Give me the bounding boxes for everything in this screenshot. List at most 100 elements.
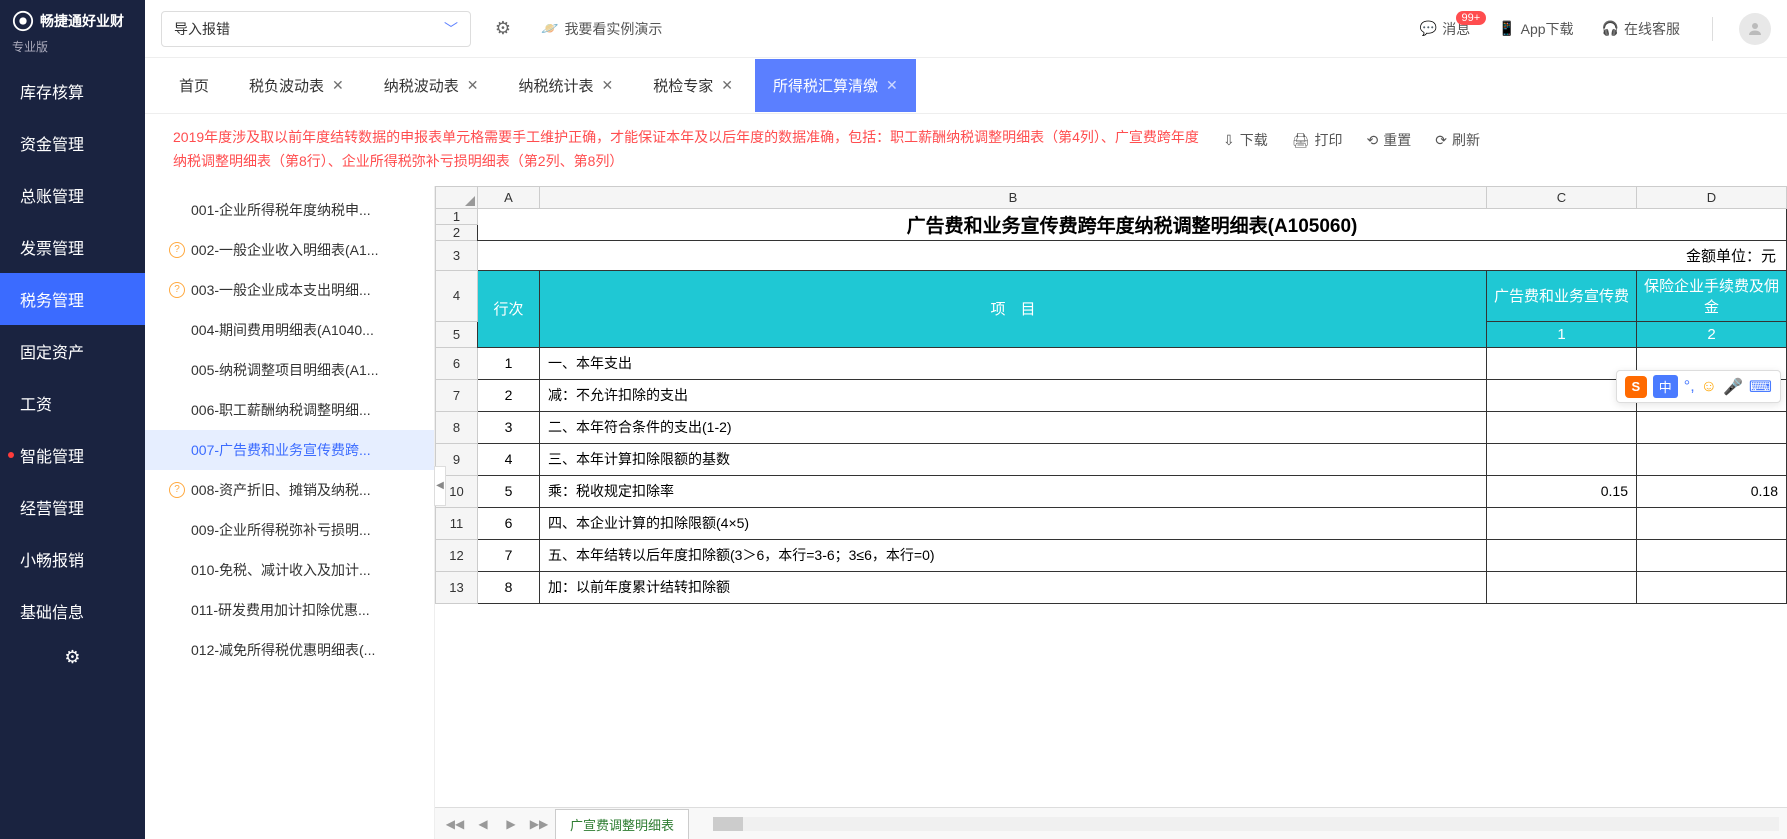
sidebar-item-salary[interactable]: 工资 <box>0 377 145 429</box>
sidebar-item-tax[interactable]: 税务管理 <box>0 273 145 325</box>
form-item-012[interactable]: 012-减免所得税优惠明细表(... <box>145 630 434 670</box>
cell[interactable] <box>1487 571 1637 603</box>
cell[interactable]: 8 <box>478 571 540 603</box>
row-header[interactable]: 2 <box>436 224 478 240</box>
close-icon[interactable]: ✕ <box>467 77 479 94</box>
demo-link[interactable]: 🪐 我要看实例演示 <box>541 19 662 39</box>
form-item-008[interactable]: 008-资产折旧、摊销及纳税... <box>145 470 434 510</box>
close-icon[interactable]: ✕ <box>332 77 344 94</box>
tab-home[interactable]: 首页 <box>161 59 227 112</box>
row-header[interactable]: 4 <box>436 270 478 321</box>
download-button[interactable]: ⇩下载 <box>1223 130 1268 150</box>
cell[interactable]: 二、本年符合条件的支出(1-2) <box>540 411 1487 443</box>
form-item-003[interactable]: 003-一般企业成本支出明细... <box>145 270 434 310</box>
cell[interactable] <box>1487 507 1637 539</box>
service-button[interactable]: 🎧 在线客服 <box>1596 19 1686 39</box>
close-icon[interactable]: ✕ <box>721 77 733 94</box>
cell[interactable] <box>1487 379 1637 411</box>
sheet-nav-last[interactable]: ▶▶ <box>527 817 551 831</box>
row-header[interactable]: 5 <box>436 321 478 347</box>
form-item-002[interactable]: 002-一般企业收入明细表(A1... <box>145 230 434 270</box>
cell[interactable] <box>1487 411 1637 443</box>
cell[interactable]: 1 <box>478 347 540 379</box>
cell[interactable]: 加：以前年度累计结转扣除额 <box>540 571 1487 603</box>
sheet-tab[interactable]: 广宣费调整明细表 <box>555 809 689 839</box>
sheet-grid[interactable]: A B C D 1广告费和业务宣传费跨年度纳税调整明细表(A105060) 2 … <box>435 186 1787 807</box>
avatar[interactable] <box>1739 13 1771 45</box>
collapse-handle[interactable]: ◀ <box>434 466 446 506</box>
col-header-d[interactable]: D <box>1637 186 1787 208</box>
ime-punct-icon[interactable]: °, <box>1684 378 1695 396</box>
cell[interactable]: 4 <box>478 443 540 475</box>
cell[interactable] <box>1637 571 1787 603</box>
ime-emoji-icon[interactable]: ☺ <box>1701 378 1717 396</box>
form-item-004[interactable]: 004-期间费用明细表(A1040... <box>145 310 434 350</box>
cell[interactable]: 2 <box>478 379 540 411</box>
sidebar-item-reimburse[interactable]: 小畅报销 <box>0 533 145 585</box>
settings-icon[interactable]: ⚙ <box>0 637 145 678</box>
sidebar-item-ledger[interactable]: 总账管理 <box>0 169 145 221</box>
cell[interactable]: 6 <box>478 507 540 539</box>
cell[interactable] <box>1487 347 1637 379</box>
form-item-001[interactable]: 001-企业所得税年度纳税申... <box>145 190 434 230</box>
sheet-nav-first[interactable]: ◀◀ <box>443 817 467 831</box>
row-header[interactable]: 8 <box>436 411 478 443</box>
cell[interactable]: 5 <box>478 475 540 507</box>
cell[interactable] <box>1637 507 1787 539</box>
col-header-c[interactable]: C <box>1487 186 1637 208</box>
cell[interactable] <box>1637 411 1787 443</box>
sidebar-item-funds[interactable]: 资金管理 <box>0 117 145 169</box>
refresh-button[interactable]: ⟳刷新 <box>1435 130 1480 150</box>
row-header[interactable]: 3 <box>436 240 478 270</box>
print-button[interactable]: 🖨打印 <box>1292 130 1343 150</box>
row-header[interactable]: 1 <box>436 208 478 224</box>
sidebar-item-base[interactable]: 基础信息 <box>0 585 145 637</box>
cell[interactable]: 五、本年结转以后年度扣除额(3＞6，本行=3-6；3≤6，本行=0) <box>540 539 1487 571</box>
form-item-007[interactable]: 007-广告费和业务宣传费跨... <box>145 430 434 470</box>
app-download-button[interactable]: 📱 App下载 <box>1492 19 1579 39</box>
messages-button[interactable]: 💬 消息 99+ <box>1414 19 1476 39</box>
row-header[interactable]: 6 <box>436 347 478 379</box>
cell[interactable]: 三、本年计算扣除限额的基数 <box>540 443 1487 475</box>
cell[interactable] <box>1487 539 1637 571</box>
sidebar-item-assets[interactable]: 固定资产 <box>0 325 145 377</box>
cell[interactable]: 0.18 <box>1637 475 1787 507</box>
tab-tax-stats[interactable]: 纳税统计表✕ <box>501 59 632 112</box>
cell[interactable]: 减：不允许扣除的支出 <box>540 379 1487 411</box>
row-header[interactable]: 7 <box>436 379 478 411</box>
tab-tax-expert[interactable]: 税检专家✕ <box>635 59 751 112</box>
col-header-a[interactable]: A <box>478 186 540 208</box>
tab-tax-fluctuation[interactable]: 纳税波动表✕ <box>366 59 497 112</box>
sheet-nav-prev[interactable]: ◀ <box>471 817 495 831</box>
ime-toolbar[interactable]: S 中 °, ☺ 🎤 ⌨ <box>1616 370 1781 403</box>
form-item-011[interactable]: 011-研发费用加计扣除优惠... <box>145 590 434 630</box>
tab-tax-burden[interactable]: 税负波动表✕ <box>231 59 362 112</box>
form-item-010[interactable]: 010-免税、减计收入及加计... <box>145 550 434 590</box>
row-header[interactable]: 13 <box>436 571 478 603</box>
cell[interactable]: 3 <box>478 411 540 443</box>
sidebar-item-inventory[interactable]: 库存核算 <box>0 65 145 117</box>
cell[interactable] <box>1637 443 1787 475</box>
ime-keyboard-icon[interactable]: ⌨ <box>1749 377 1772 397</box>
form-item-005[interactable]: 005-纳税调整项目明细表(A1... <box>145 350 434 390</box>
row-header[interactable]: 11 <box>436 507 478 539</box>
import-select[interactable]: 导入报错 ﹀ <box>161 11 471 47</box>
sidebar-item-business[interactable]: 经营管理 <box>0 481 145 533</box>
select-all-corner[interactable] <box>436 186 478 208</box>
cell[interactable]: 7 <box>478 539 540 571</box>
horizontal-scrollbar[interactable] <box>713 817 1779 831</box>
cell[interactable]: 0.15 <box>1487 475 1637 507</box>
close-icon[interactable]: ✕ <box>602 77 614 94</box>
cell[interactable]: 乘：税收规定扣除率 <box>540 475 1487 507</box>
tab-income-tax[interactable]: 所得税汇算清缴✕ <box>755 59 916 112</box>
sidebar-item-invoice[interactable]: 发票管理 <box>0 221 145 273</box>
sidebar-item-smart[interactable]: 智能管理 <box>0 429 145 481</box>
cell[interactable] <box>1637 539 1787 571</box>
ime-mic-icon[interactable]: 🎤 <box>1723 377 1743 397</box>
row-header[interactable]: 12 <box>436 539 478 571</box>
cell[interactable] <box>1487 443 1637 475</box>
close-icon[interactable]: ✕ <box>886 77 898 94</box>
config-button[interactable]: ⚙ <box>487 13 519 45</box>
form-item-009[interactable]: 009-企业所得税弥补亏损明... <box>145 510 434 550</box>
sheet-nav-next[interactable]: ▶ <box>499 817 523 831</box>
